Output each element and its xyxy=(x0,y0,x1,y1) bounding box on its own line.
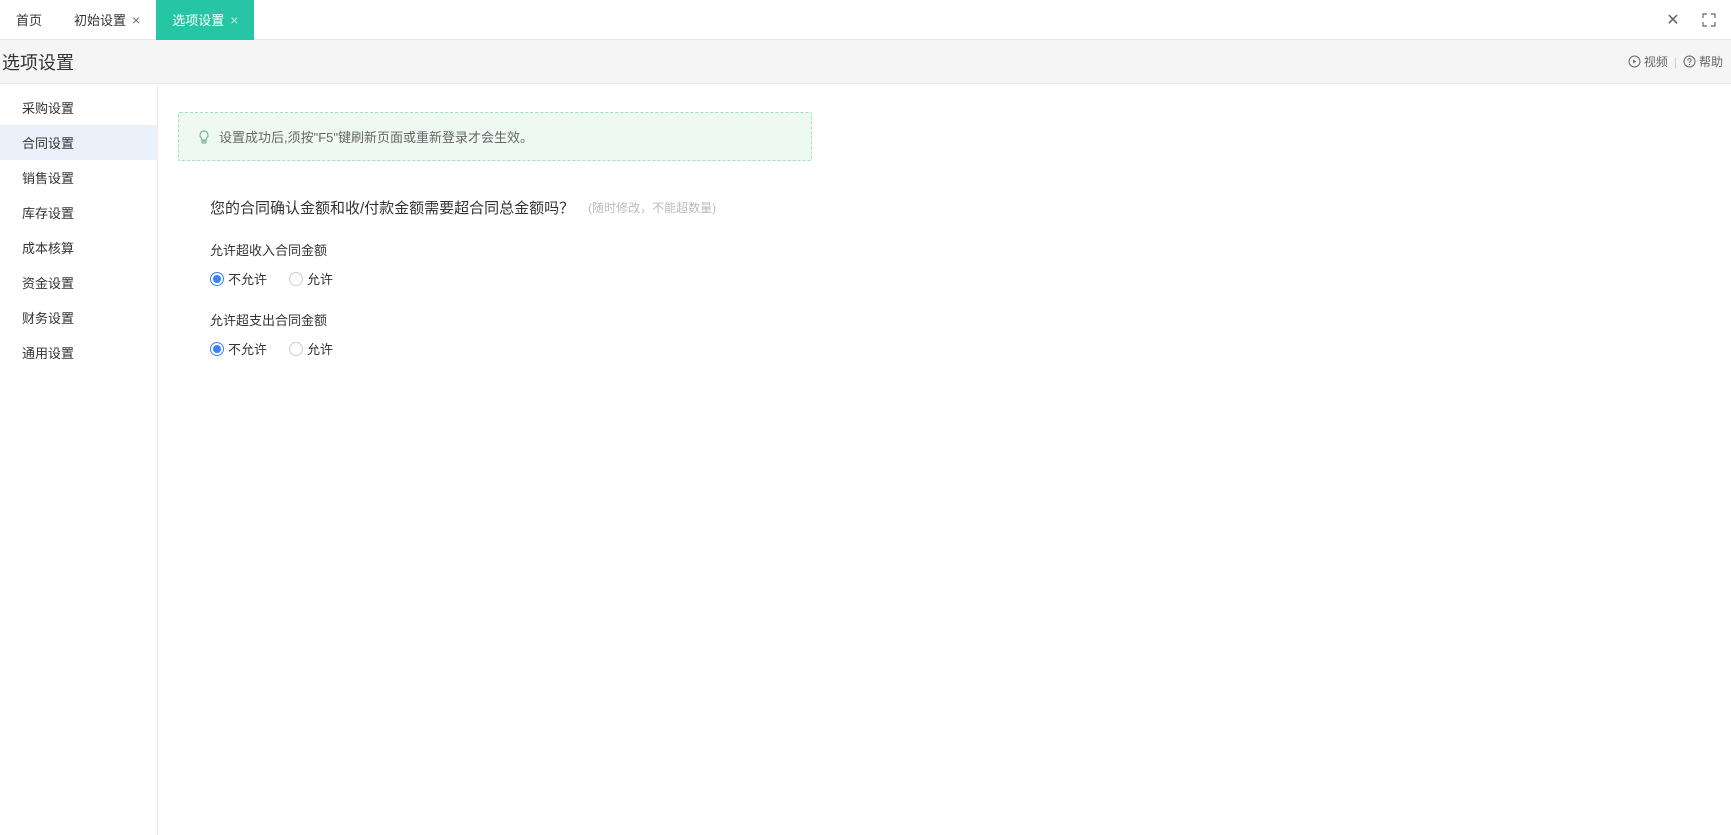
radio-expense-yes[interactable]: 允许 xyxy=(289,339,333,358)
sidebar-item-general[interactable]: 通用设置 xyxy=(0,335,157,370)
play-icon xyxy=(1628,55,1641,68)
options-section: 您的合同确认金额和收/付款金额需要超合同总金额吗？ (随时修改，不能超数量) 允… xyxy=(178,197,1731,358)
sidebar-item-sales[interactable]: 销售设置 xyxy=(0,160,157,195)
tip-box: 设置成功后,须按"F5"键刷新页面或重新登录才会生效。 xyxy=(178,112,812,161)
divider: | xyxy=(1674,55,1677,69)
help-icon xyxy=(1683,55,1696,68)
sidebar-item-label: 采购设置 xyxy=(22,101,74,116)
tab-option-settings[interactable]: 选项设置 × xyxy=(156,0,254,40)
sub-header-actions: 视频 | 帮助 xyxy=(1628,53,1723,70)
sidebar-item-label: 成本核算 xyxy=(22,241,74,256)
sidebar-item-inventory[interactable]: 库存设置 xyxy=(0,195,157,230)
radio-label: 不允许 xyxy=(228,339,267,358)
help-link[interactable]: 帮助 xyxy=(1683,53,1723,70)
tab-bar: 首页 初始设置 × 选项设置 × ✕ xyxy=(0,0,1731,40)
help-label: 帮助 xyxy=(1699,53,1723,70)
layout: 采购设置 合同设置 销售设置 库存设置 成本核算 资金设置 财务设置 通用设置 … xyxy=(0,84,1731,835)
radio-income-yes[interactable]: 允许 xyxy=(289,269,333,288)
tab-bar-actions: ✕ xyxy=(1659,6,1731,34)
section-title: 您的合同确认金额和收/付款金额需要超合同总金额吗？ xyxy=(210,197,574,218)
section-header: 您的合同确认金额和收/付款金额需要超合同总金额吗？ (随时修改，不能超数量) xyxy=(210,197,1731,218)
sidebar-item-finance[interactable]: 财务设置 xyxy=(0,300,157,335)
sub-header: 选项设置 视频 | 帮助 xyxy=(0,40,1731,84)
tab-initial-settings[interactable]: 初始设置 × xyxy=(58,0,156,40)
radio-icon xyxy=(210,342,224,356)
option-label: 允许超收入合同金额 xyxy=(210,240,1731,259)
section-note: (随时修改，不能超数量) xyxy=(588,199,716,216)
radio-row: 不允许 允许 xyxy=(210,339,1731,358)
fullscreen-icon xyxy=(1702,13,1716,27)
sidebar: 采购设置 合同设置 销售设置 库存设置 成本核算 资金设置 财务设置 通用设置 xyxy=(0,84,158,835)
close-tabs-button[interactable]: ✕ xyxy=(1659,6,1687,34)
option-group-expense: 允许超支出合同金额 不允许 允许 xyxy=(210,310,1731,358)
tab-label: 首页 xyxy=(16,10,42,29)
tip-text: 设置成功后,须按"F5"键刷新页面或重新登录才会生效。 xyxy=(219,127,533,146)
tab-home[interactable]: 首页 xyxy=(0,0,58,40)
fullscreen-button[interactable] xyxy=(1695,6,1723,34)
radio-label: 允许 xyxy=(307,269,333,288)
close-icon[interactable]: × xyxy=(132,13,140,27)
sidebar-item-label: 合同设置 xyxy=(22,136,74,151)
video-link[interactable]: 视频 xyxy=(1628,53,1668,70)
sidebar-item-label: 库存设置 xyxy=(22,206,74,221)
radio-label: 不允许 xyxy=(228,269,267,288)
radio-income-no[interactable]: 不允许 xyxy=(210,269,267,288)
sidebar-item-funds[interactable]: 资金设置 xyxy=(0,265,157,300)
sidebar-item-label: 销售设置 xyxy=(22,171,74,186)
radio-icon xyxy=(289,272,303,286)
close-icon[interactable]: × xyxy=(230,13,238,27)
sidebar-item-label: 通用设置 xyxy=(22,346,74,361)
sidebar-item-contract[interactable]: 合同设置 xyxy=(0,125,157,160)
content: 设置成功后,须按"F5"键刷新页面或重新登录才会生效。 您的合同确认金额和收/付… xyxy=(158,84,1731,835)
sidebar-item-cost[interactable]: 成本核算 xyxy=(0,230,157,265)
radio-expense-no[interactable]: 不允许 xyxy=(210,339,267,358)
option-group-income: 允许超收入合同金额 不允许 允许 xyxy=(210,240,1731,288)
page-title: 选项设置 xyxy=(0,49,74,75)
lightbulb-icon xyxy=(197,130,211,144)
sidebar-item-label: 资金设置 xyxy=(22,276,74,291)
tab-label: 初始设置 xyxy=(74,10,126,29)
tab-label: 选项设置 xyxy=(172,10,224,29)
radio-row: 不允许 允许 xyxy=(210,269,1731,288)
sidebar-item-label: 财务设置 xyxy=(22,311,74,326)
radio-label: 允许 xyxy=(307,339,333,358)
sidebar-item-purchase[interactable]: 采购设置 xyxy=(0,90,157,125)
option-label: 允许超支出合同金额 xyxy=(210,310,1731,329)
radio-icon xyxy=(210,272,224,286)
video-label: 视频 xyxy=(1644,53,1668,70)
close-icon: ✕ xyxy=(1666,10,1679,30)
radio-icon xyxy=(289,342,303,356)
